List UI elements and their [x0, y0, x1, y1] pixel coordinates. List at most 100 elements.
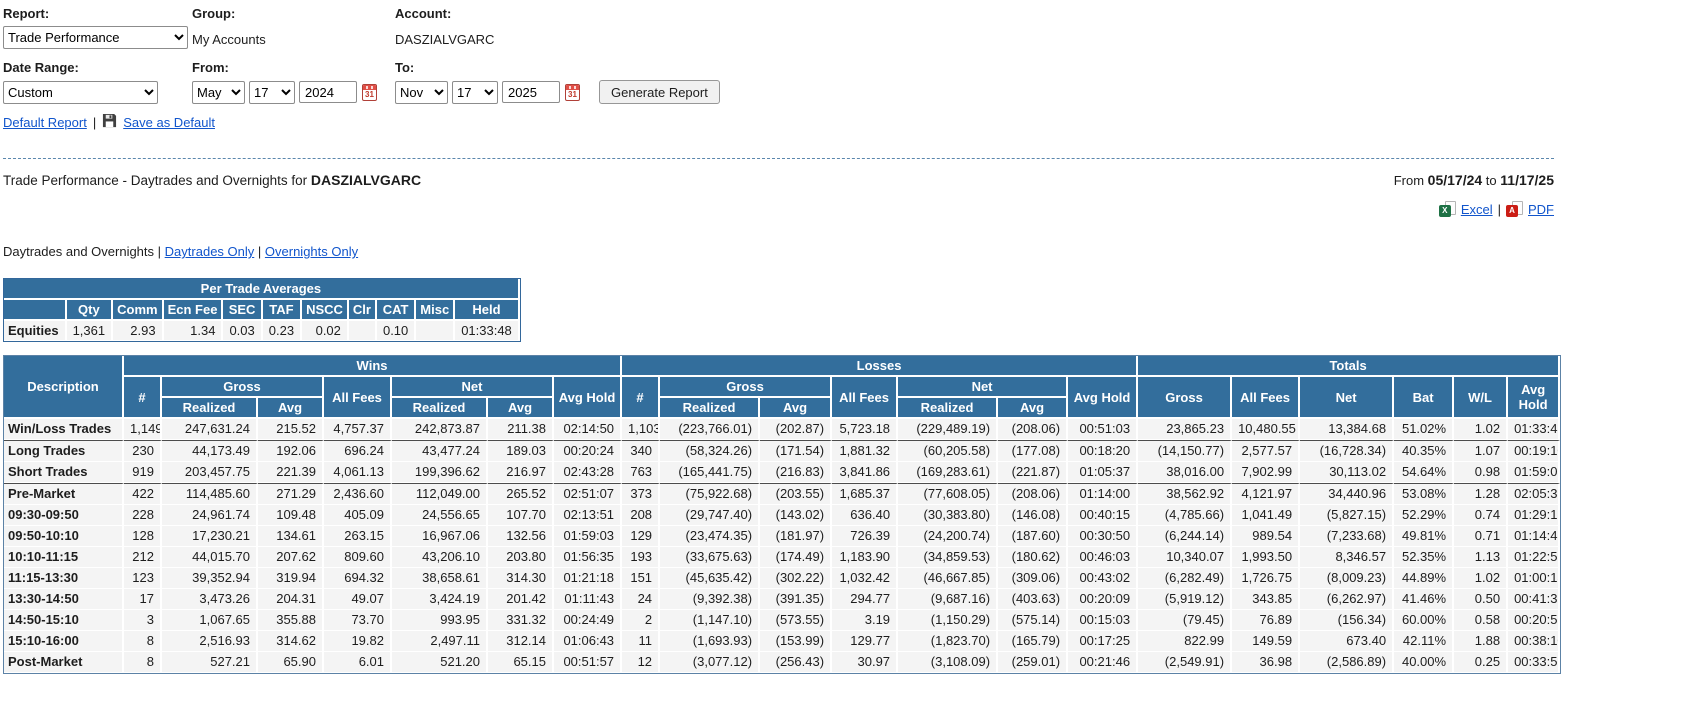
- cell: 694.32: [324, 568, 392, 589]
- to-month-select[interactable]: Nov: [395, 80, 448, 104]
- row-description: 13:30-14:50: [4, 589, 124, 610]
- cell: 40.35%: [1394, 440, 1455, 462]
- excel-link[interactable]: Excel: [1461, 202, 1493, 217]
- cell: 0.10: [376, 321, 417, 341]
- cell: 40.00%: [1394, 652, 1455, 673]
- cell: 207.62: [258, 547, 324, 568]
- from-day-select[interactable]: 17: [249, 80, 295, 104]
- default-report-link[interactable]: Default Report: [3, 115, 87, 130]
- cell: 271.29: [258, 483, 324, 505]
- cell: (60,205.58): [898, 440, 999, 462]
- cell: 44,173.49: [162, 440, 258, 462]
- cell: 0.50: [1454, 589, 1509, 610]
- row-description: 09:50-10:10: [4, 526, 124, 547]
- cell: 54.64%: [1394, 462, 1455, 483]
- cell: 24: [622, 589, 661, 610]
- pta-column-header: NSCC: [302, 300, 349, 321]
- cell: 212: [124, 547, 162, 568]
- pta-title: Per Trade Averages: [4, 279, 520, 300]
- cell: 919: [124, 462, 162, 483]
- from-calendar-icon[interactable]: 31: [362, 83, 377, 101]
- col-header-totals-wl: W/L: [1454, 377, 1509, 419]
- cell: (58,324.26): [660, 440, 761, 462]
- cell: 1.88: [1454, 631, 1509, 652]
- table-row: Pre-Market 422 114,485.60 271.29 2,436.60 112…: [4, 483, 1561, 505]
- cell: 19.82: [324, 631, 392, 652]
- col-header-losses-avg-hold: Avg Hold: [1068, 377, 1139, 419]
- cell: 0.23: [262, 321, 303, 341]
- cell: 0.98: [1454, 462, 1509, 483]
- cell: 12: [622, 652, 661, 673]
- cell: 294.77: [832, 589, 899, 610]
- cell: (174.49): [760, 547, 833, 568]
- cell: 10,480.55: [1232, 419, 1301, 440]
- tab-overnights-only[interactable]: Overnights Only: [265, 244, 358, 259]
- report-select[interactable]: Trade Performance: [3, 26, 188, 49]
- from-date: 05/17/24: [1427, 172, 1483, 188]
- cell: (3,077.12): [660, 652, 761, 673]
- cell: 02:13:51: [554, 505, 623, 526]
- cell: 1,103: [622, 419, 661, 440]
- save-as-default-link[interactable]: Save as Default: [123, 115, 215, 130]
- cell: 39,352.94: [162, 568, 258, 589]
- row-description: 11:15-13:30: [4, 568, 124, 589]
- cell: 2,516.93: [162, 631, 258, 652]
- cell: (256.43): [760, 652, 833, 673]
- cell: 0.74: [1454, 505, 1509, 526]
- pdf-link[interactable]: PDF: [1528, 202, 1554, 217]
- cell: (259.01): [998, 652, 1069, 673]
- from-month-select[interactable]: May: [192, 80, 245, 104]
- cell: 1,149: [124, 419, 162, 440]
- cell: 65.15: [488, 652, 554, 673]
- col-header-totals-bat: Bat: [1394, 377, 1455, 419]
- to-day-select[interactable]: 17: [452, 80, 498, 104]
- cell: 2,436.60: [324, 483, 392, 505]
- table-row: 09:30-09:50 228 24,961.74 109.48 405.09 24,55…: [4, 505, 1561, 526]
- to-date: 11/17/25: [1500, 172, 1554, 188]
- cell: (1,823.70): [898, 631, 999, 652]
- cell: (221.87): [998, 462, 1069, 483]
- table-row: Equities 1,361 2.93 1.34 0.03 0.23 0.02 0.10 01:…: [4, 321, 520, 341]
- cell: 0.02: [302, 321, 349, 341]
- row-description: 10:10-11:15: [4, 547, 124, 568]
- cell: 1.13: [1454, 547, 1509, 568]
- cell: 989.54: [1232, 526, 1301, 547]
- date-range-select[interactable]: Custom: [3, 80, 158, 104]
- cell: (143.02): [760, 505, 833, 526]
- cell: 4,757.37: [324, 419, 392, 440]
- generate-report-button[interactable]: Generate Report: [599, 80, 720, 104]
- to-year-input[interactable]: [502, 81, 560, 103]
- cell: (229,489.19): [898, 419, 999, 440]
- group-header-totals: Totals: [1138, 356, 1561, 377]
- tab-daytrades-only[interactable]: Daytrades Only: [165, 244, 255, 259]
- cell: 01:33:48: [455, 321, 520, 341]
- cell: 00:24:49: [554, 610, 623, 631]
- cell: 00:41:31: [1508, 589, 1561, 610]
- cell: (29,747.40): [660, 505, 761, 526]
- cell: (14,150.77): [1138, 440, 1233, 462]
- title-account: DASZIALVGARC: [310, 172, 422, 188]
- excel-icon[interactable]: X: [1438, 201, 1456, 217]
- cell: 01:14:00: [1068, 483, 1139, 505]
- cell: 822.99: [1138, 631, 1233, 652]
- cell: 01:22:58: [1508, 547, 1561, 568]
- cell: 49.07: [324, 589, 392, 610]
- cell: 112,049.00: [392, 483, 488, 505]
- form-label-row-2: Date Range: From: To:: [3, 58, 1556, 80]
- cell: (2,586.89): [1300, 652, 1395, 673]
- pta-column-header: Comm: [113, 300, 164, 321]
- cell: 01:59:03: [554, 526, 623, 547]
- save-disk-icon: [102, 113, 117, 131]
- cell: 726.39: [832, 526, 899, 547]
- cell: (187.60): [998, 526, 1069, 547]
- cell: 02:14:50: [554, 419, 623, 440]
- cell: 189.03: [488, 440, 554, 462]
- dashed-divider: [3, 158, 1554, 159]
- pdf-icon[interactable]: A: [1506, 201, 1523, 217]
- cell: 132.56: [488, 526, 554, 547]
- cell: 00:46:03: [1068, 547, 1139, 568]
- to-calendar-icon[interactable]: 31: [565, 83, 580, 101]
- from-year-input[interactable]: [299, 81, 357, 103]
- group-header-wins: Wins: [124, 356, 623, 377]
- cell: 7,902.99: [1232, 462, 1301, 483]
